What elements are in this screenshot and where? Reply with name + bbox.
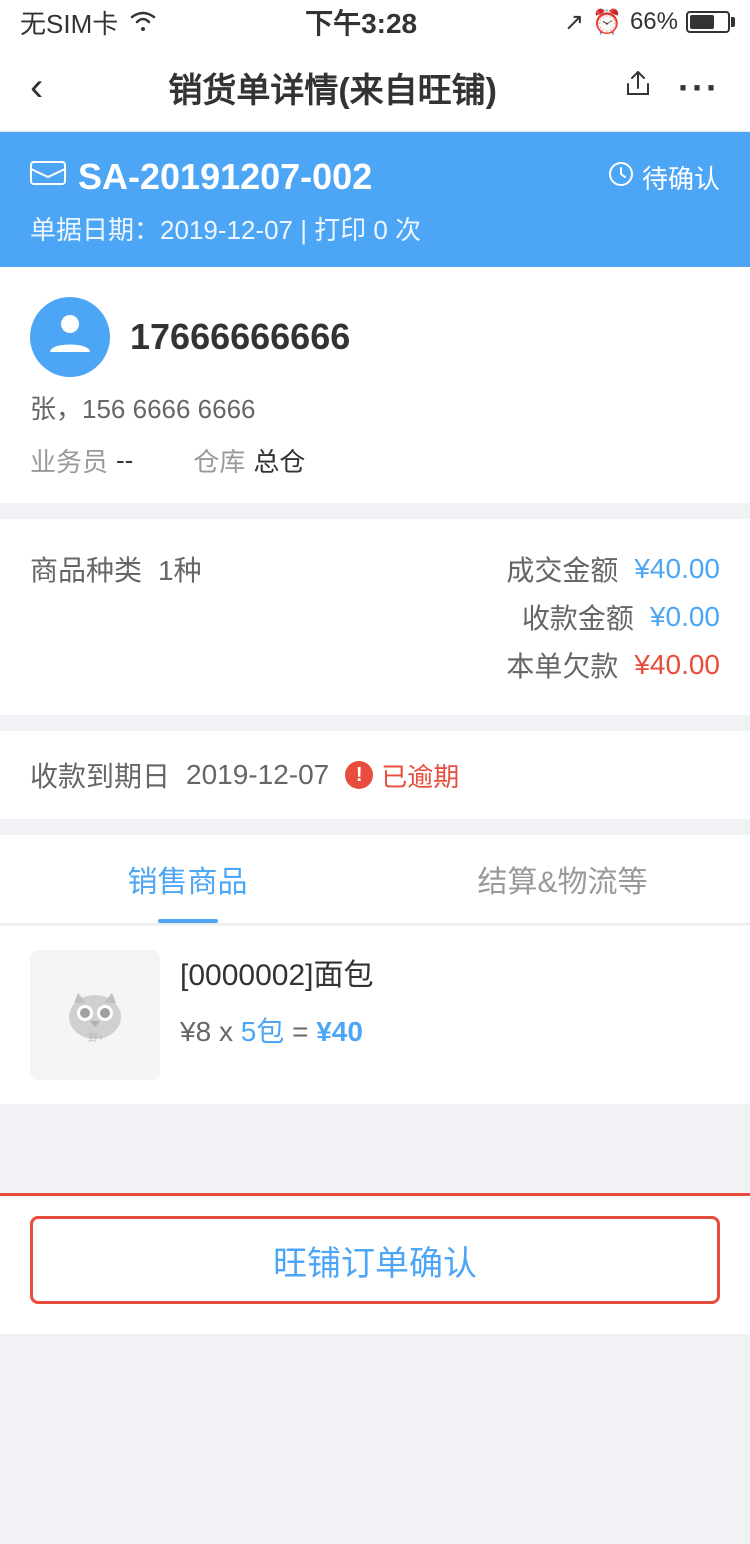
location-icon: ↗: [564, 8, 584, 37]
warehouse-value: 总仓: [253, 442, 305, 479]
product-item: 野+ [0000002]面包 ¥8 x 5包 = ¥40: [30, 950, 720, 1080]
product-image: 野+: [30, 950, 160, 1080]
product-type-value: 1种: [158, 549, 202, 589]
product-section: 野+ [0000002]面包 ¥8 x 5包 = ¥40: [0, 926, 750, 1104]
received-value: ¥0.00: [650, 601, 720, 633]
warehouse-field: 仓库 总仓: [193, 442, 305, 479]
person-icon: [46, 308, 94, 367]
warehouse-label: 仓库: [193, 442, 245, 479]
clock-icon: [608, 161, 634, 194]
stats-section: 商品种类 1种 成交金额 ¥40.00 收款金额 ¥0.00 本单欠款 ¥40.…: [0, 519, 750, 715]
nav-bar: ‹ 销货单详情(来自旺铺) ···: [0, 44, 750, 132]
sales-field: 业务员 --: [30, 442, 133, 479]
customer-phone: 17666666666: [130, 316, 350, 358]
received-label: 收款金额: [522, 597, 634, 637]
order-icon: [30, 156, 66, 198]
price-value: ¥8: [180, 1016, 211, 1047]
total-value: ¥40: [316, 1016, 363, 1047]
equals-sign: =: [292, 1016, 316, 1047]
overdue-text: 已逾期: [381, 757, 459, 794]
back-button[interactable]: ‹: [30, 65, 43, 110]
share-icon[interactable]: [622, 68, 654, 108]
sales-value: --: [116, 445, 133, 476]
alarm-icon: ⏰: [592, 8, 622, 37]
transaction-value: ¥40.00: [634, 553, 720, 585]
customer-section: 17666666666 张，156 6666 6666 业务员 -- 仓库 总仓: [0, 267, 750, 503]
wifi-icon: [128, 7, 158, 38]
svg-text:野+: 野+: [88, 1032, 104, 1044]
product-name: [0000002]面包: [180, 950, 720, 994]
product-type-label: 商品种类: [30, 549, 142, 589]
debt-label: 本单欠款: [506, 645, 618, 685]
product-price: ¥8 x 5包 = ¥40: [180, 1010, 720, 1050]
status-right: ↗ ⏰ 66%: [564, 8, 730, 37]
tabs-section: 销售商品 结算&物流等: [0, 835, 750, 924]
order-header: SA-20191207-002 待确认 单据日期：2019-12-07 | 打印…: [0, 132, 750, 267]
customer-name: 张，156 6666 6666: [30, 389, 720, 426]
overdue-badge: ! 已逾期: [345, 757, 459, 794]
carrier-text: 无SIM卡: [20, 4, 118, 41]
multiply-sign: x: [219, 1016, 241, 1047]
order-id: SA-20191207-002: [30, 156, 372, 198]
tab-settlement[interactable]: 结算&物流等: [375, 835, 750, 923]
due-section: 收款到期日 2019-12-07 ! 已逾期: [0, 731, 750, 819]
avatar: [30, 297, 110, 377]
status-bar: 无SIM卡 下午3:28 ↗ ⏰ 66%: [0, 0, 750, 44]
received-amount-row: 收款金额 ¥0.00: [522, 597, 720, 637]
bottom-bar: 旺铺订单确认: [0, 1193, 750, 1334]
battery-text: 66%: [630, 8, 678, 36]
transaction-amount-row: 成交金额 ¥40.00: [506, 549, 720, 589]
page-title: 销货单详情(来自旺铺): [168, 63, 497, 112]
due-date-label: 收款到期日: [30, 755, 170, 795]
more-icon[interactable]: ···: [678, 67, 720, 109]
product-logo-icon: 野+: [60, 985, 130, 1045]
nav-actions: ···: [622, 67, 720, 109]
quantity-value: 5包: [241, 1016, 285, 1047]
order-status-badge: 待确认: [608, 159, 720, 196]
debt-value: ¥40.00: [634, 649, 720, 681]
tab-sales-products[interactable]: 销售商品: [0, 835, 375, 923]
status-text: 待确认: [642, 159, 720, 196]
time-display: 下午3:28: [305, 2, 417, 42]
product-type: 商品种类 1种: [30, 549, 202, 589]
stats-amounts: 成交金额 ¥40.00 收款金额 ¥0.00 本单欠款 ¥40.00: [506, 549, 720, 685]
product-info: [0000002]面包 ¥8 x 5包 = ¥40: [180, 950, 720, 1050]
due-date-value: 2019-12-07: [186, 759, 329, 791]
confirm-order-button[interactable]: 旺铺订单确认: [30, 1216, 720, 1304]
sales-label: 业务员: [30, 442, 108, 479]
battery-icon: [686, 11, 730, 33]
transaction-label: 成交金额: [506, 549, 618, 589]
status-left: 无SIM卡: [20, 4, 158, 41]
overdue-warning-icon: !: [345, 761, 373, 789]
order-date: 单据日期：2019-12-07 | 打印 0 次: [30, 210, 720, 247]
debt-amount-row: 本单欠款 ¥40.00: [506, 645, 720, 685]
